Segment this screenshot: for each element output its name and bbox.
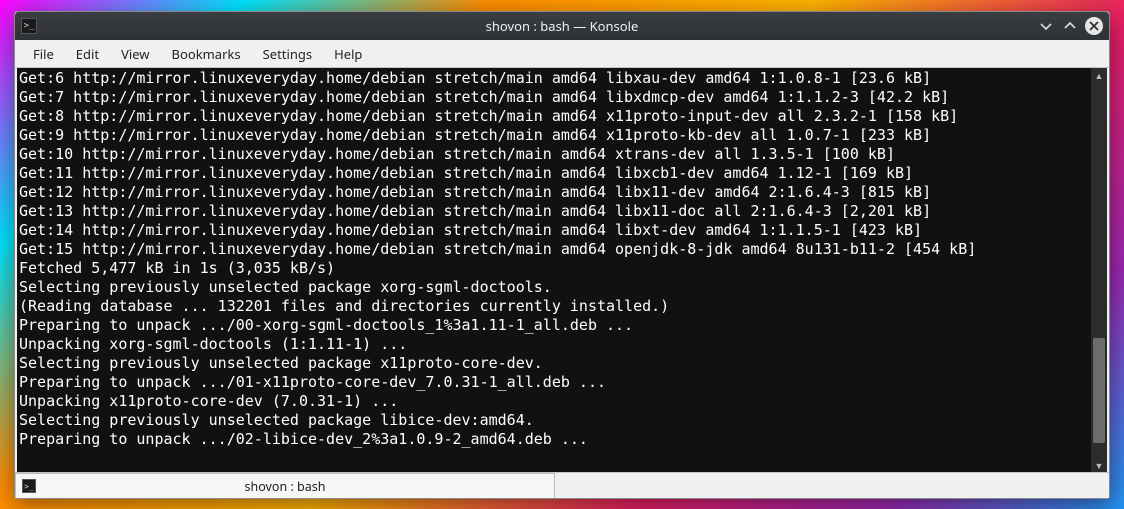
menu-help[interactable]: Help — [324, 41, 372, 67]
terminal-line: Preparing to unpack .../02-libice-dev_2%… — [19, 430, 1089, 449]
menu-file[interactable]: File — [23, 41, 64, 67]
scrollbar[interactable]: ▲ ▼ — [1091, 68, 1107, 472]
tab-label: shovon : bash — [42, 478, 528, 495]
terminal-line: Get:14 http://mirror.linuxeveryday.home/… — [19, 221, 1089, 240]
scroll-down-button[interactable]: ▼ — [1091, 458, 1107, 472]
terminal-area[interactable]: Get:6 http://mirror.linuxeveryday.home/d… — [17, 68, 1107, 472]
konsole-window: >_ shovon : bash — Konsole File Edit Vie… — [14, 11, 1110, 499]
terminal-line: Selecting previously unselected package … — [19, 278, 1089, 297]
scrollbar-track[interactable] — [1091, 82, 1107, 458]
terminal-line: Selecting previously unselected package … — [19, 354, 1089, 373]
terminal-line: Get:12 http://mirror.linuxeveryday.home/… — [19, 183, 1089, 202]
chevron-up-icon — [1063, 19, 1077, 33]
terminal-line: Unpacking x11proto-core-dev (7.0.31-1) .… — [19, 392, 1089, 411]
terminal-line: Fetched 5,477 kB in 1s (3,035 kB/s) — [19, 259, 1089, 278]
terminal-line: Get:11 http://mirror.linuxeveryday.home/… — [19, 164, 1089, 183]
terminal-line: Get:6 http://mirror.linuxeveryday.home/d… — [19, 69, 1089, 88]
chevron-down-icon — [1039, 19, 1053, 33]
app-icon: >_ — [21, 18, 37, 34]
terminal-output[interactable]: Get:6 http://mirror.linuxeveryday.home/d… — [17, 68, 1091, 472]
minimize-button[interactable] — [1037, 17, 1055, 35]
menu-bookmarks[interactable]: Bookmarks — [162, 41, 251, 67]
menu-edit[interactable]: Edit — [66, 41, 109, 67]
close-icon — [1087, 19, 1101, 33]
terminal-line: Get:9 http://mirror.linuxeveryday.home/d… — [19, 126, 1089, 145]
menu-settings[interactable]: Settings — [253, 41, 322, 67]
tabbar: >_ shovon : bash — [15, 472, 1109, 498]
tab-shovon-bash[interactable]: >_ shovon : bash — [15, 473, 555, 498]
close-button[interactable] — [1085, 17, 1103, 35]
maximize-button[interactable] — [1061, 17, 1079, 35]
triangle-up-icon: ▲ — [1095, 69, 1104, 82]
terminal-line: (Reading database ... 132201 files and d… — [19, 297, 1089, 316]
terminal-line: Unpacking xorg-sgml-doctools (1:1.11-1) … — [19, 335, 1089, 354]
window-controls — [1037, 17, 1109, 35]
terminal-line: Get:10 http://mirror.linuxeveryday.home/… — [19, 145, 1089, 164]
terminal-line: Get:8 http://mirror.linuxeveryday.home/d… — [19, 107, 1089, 126]
terminal-line: Selecting previously unselected package … — [19, 411, 1089, 430]
terminal-line: Get:13 http://mirror.linuxeveryday.home/… — [19, 202, 1089, 221]
menubar: File Edit View Bookmarks Settings Help — [15, 40, 1109, 68]
menu-view[interactable]: View — [111, 41, 159, 67]
terminal-line: Preparing to unpack .../01-x11proto-core… — [19, 373, 1089, 392]
terminal-line: Get:15 http://mirror.linuxeveryday.home/… — [19, 240, 1089, 259]
titlebar[interactable]: >_ shovon : bash — Konsole — [15, 12, 1109, 40]
triangle-down-icon: ▼ — [1095, 459, 1104, 472]
terminal-line: Preparing to unpack .../00-xorg-sgml-doc… — [19, 316, 1089, 335]
scrollbar-thumb[interactable] — [1093, 338, 1105, 443]
window-title: shovon : bash — Konsole — [15, 17, 1109, 35]
scroll-up-button[interactable]: ▲ — [1091, 68, 1107, 82]
terminal-icon: >_ — [22, 479, 36, 493]
terminal-line: Get:7 http://mirror.linuxeveryday.home/d… — [19, 88, 1089, 107]
